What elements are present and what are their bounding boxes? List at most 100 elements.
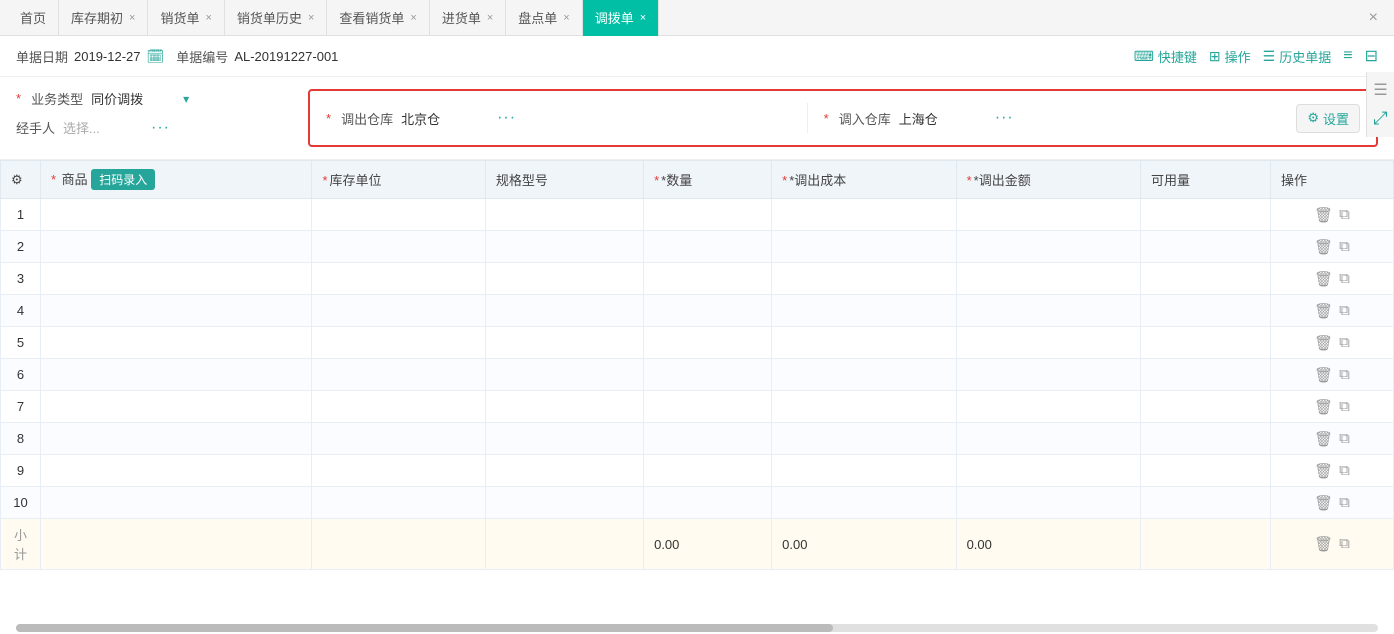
cell-cost-4[interactable] bbox=[772, 295, 956, 327]
cell-amount-1[interactable] bbox=[956, 199, 1140, 231]
target-warehouse-more[interactable]: ··· bbox=[995, 109, 1014, 127]
date-value[interactable]: 2019-12-27 bbox=[74, 49, 141, 64]
cell-cost-10[interactable] bbox=[772, 487, 956, 519]
cell-available-1[interactable] bbox=[1140, 199, 1270, 231]
history-button[interactable]: ☰ 历史单据 bbox=[1263, 47, 1332, 66]
cell-available-3[interactable] bbox=[1140, 263, 1270, 295]
layout-icon1[interactable]: ≡ bbox=[1343, 47, 1352, 65]
side-expand-icon[interactable]: ⤢ bbox=[1373, 108, 1387, 129]
cell-unit-10[interactable] bbox=[312, 487, 485, 519]
cell-spec-1[interactable] bbox=[485, 199, 643, 231]
tab-transfer[interactable]: 调拨单 × bbox=[583, 0, 659, 36]
cell-product-3[interactable] bbox=[41, 263, 312, 295]
cell-qty-9[interactable] bbox=[644, 455, 772, 487]
cell-product-4[interactable] bbox=[41, 295, 312, 327]
copy-icon-sub[interactable]: ⧉ bbox=[1339, 535, 1350, 553]
cell-cost-6[interactable] bbox=[772, 359, 956, 391]
copy-icon-5[interactable]: ⧉ bbox=[1339, 334, 1350, 352]
cell-unit-6[interactable] bbox=[312, 359, 485, 391]
cell-cost-5[interactable] bbox=[772, 327, 956, 359]
business-type-value[interactable]: 同价调拨 bbox=[91, 89, 171, 108]
cell-cost-9[interactable] bbox=[772, 455, 956, 487]
cell-unit-2[interactable] bbox=[312, 231, 485, 263]
cell-unit-1[interactable] bbox=[312, 199, 485, 231]
horizontal-scrollbar[interactable] bbox=[16, 624, 1378, 632]
cell-product-2[interactable] bbox=[41, 231, 312, 263]
cell-qty-10[interactable] bbox=[644, 487, 772, 519]
cell-product-6[interactable] bbox=[41, 359, 312, 391]
copy-icon-7[interactable]: ⧉ bbox=[1339, 398, 1350, 416]
cell-available-2[interactable] bbox=[1140, 231, 1270, 263]
table-container[interactable]: ⚙ 商品 扫码录入 库存单位 规格型号 *数量 *调出成本 *调出金额 可用量 … bbox=[0, 160, 1394, 622]
tab-stocktake[interactable]: 盘点单 × bbox=[506, 0, 582, 36]
close-tab-purchase[interactable]: × bbox=[487, 12, 493, 24]
cell-qty-3[interactable] bbox=[644, 263, 772, 295]
cell-amount-2[interactable] bbox=[956, 231, 1140, 263]
scan-input-btn[interactable]: 扫码录入 bbox=[91, 169, 155, 190]
cell-amount-3[interactable] bbox=[956, 263, 1140, 295]
target-warehouse-value[interactable]: 上海仓 bbox=[899, 109, 979, 128]
cell-product-9[interactable] bbox=[41, 455, 312, 487]
cell-amount-6[interactable] bbox=[956, 359, 1140, 391]
delete-icon-10[interactable]: 🗑 bbox=[1314, 494, 1333, 512]
delete-icon-7[interactable]: 🗑 bbox=[1314, 398, 1333, 416]
cell-amount-4[interactable] bbox=[956, 295, 1140, 327]
copy-icon-6[interactable]: ⧉ bbox=[1339, 366, 1350, 384]
tab-sales[interactable]: 销货单 × bbox=[148, 0, 224, 36]
cell-spec-4[interactable] bbox=[485, 295, 643, 327]
cell-unit-7[interactable] bbox=[312, 391, 485, 423]
delete-icon-3[interactable]: 🗑 bbox=[1314, 270, 1333, 288]
cell-qty-1[interactable] bbox=[644, 199, 772, 231]
side-list-icon[interactable]: ☰ bbox=[1373, 80, 1387, 100]
copy-icon-2[interactable]: ⧉ bbox=[1339, 238, 1350, 256]
copy-icon-10[interactable]: ⧉ bbox=[1339, 494, 1350, 512]
cell-spec-6[interactable] bbox=[485, 359, 643, 391]
cell-spec-7[interactable] bbox=[485, 391, 643, 423]
copy-icon-9[interactable]: ⧉ bbox=[1339, 462, 1350, 480]
handler-input[interactable]: 选择... bbox=[63, 118, 143, 137]
close-tab-sales[interactable]: × bbox=[205, 12, 211, 24]
cell-spec-5[interactable] bbox=[485, 327, 643, 359]
cell-unit-9[interactable] bbox=[312, 455, 485, 487]
close-tab-sales-history[interactable]: × bbox=[308, 12, 314, 24]
handler-more-btn[interactable]: ··· bbox=[151, 119, 170, 137]
delete-icon-2[interactable]: 🗑 bbox=[1314, 238, 1333, 256]
cell-spec-3[interactable] bbox=[485, 263, 643, 295]
copy-icon-3[interactable]: ⧉ bbox=[1339, 270, 1350, 288]
cell-product-10[interactable] bbox=[41, 487, 312, 519]
cell-amount-5[interactable] bbox=[956, 327, 1140, 359]
business-type-dropdown[interactable]: ▾ bbox=[183, 92, 189, 106]
source-warehouse-more[interactable]: ··· bbox=[497, 109, 516, 127]
copy-icon-1[interactable]: ⧉ bbox=[1339, 206, 1350, 224]
cell-available-9[interactable] bbox=[1140, 455, 1270, 487]
operations-button[interactable]: ⊞ 操作 bbox=[1209, 47, 1251, 66]
cell-qty-8[interactable] bbox=[644, 423, 772, 455]
delete-icon-8[interactable]: 🗑 bbox=[1314, 430, 1333, 448]
cell-cost-7[interactable] bbox=[772, 391, 956, 423]
cell-product-7[interactable] bbox=[41, 391, 312, 423]
cell-cost-3[interactable] bbox=[772, 263, 956, 295]
layout-icon2[interactable]: ⊟ bbox=[1365, 46, 1378, 66]
cell-qty-5[interactable] bbox=[644, 327, 772, 359]
copy-icon-4[interactable]: ⧉ bbox=[1339, 302, 1350, 320]
calendar-icon[interactable]: 🗓 bbox=[147, 48, 165, 65]
close-tab-view-sales[interactable]: × bbox=[410, 12, 416, 24]
cell-spec-10[interactable] bbox=[485, 487, 643, 519]
delete-icon-sub[interactable]: 🗑 bbox=[1314, 535, 1333, 553]
cell-cost-2[interactable] bbox=[772, 231, 956, 263]
delete-icon-9[interactable]: 🗑 bbox=[1314, 462, 1333, 480]
cell-cost-1[interactable] bbox=[772, 199, 956, 231]
cell-unit-8[interactable] bbox=[312, 423, 485, 455]
cell-product-8[interactable] bbox=[41, 423, 312, 455]
cell-qty-7[interactable] bbox=[644, 391, 772, 423]
cell-spec-9[interactable] bbox=[485, 455, 643, 487]
cell-available-7[interactable] bbox=[1140, 391, 1270, 423]
th-gear[interactable]: ⚙ bbox=[1, 161, 41, 199]
cell-qty-2[interactable] bbox=[644, 231, 772, 263]
cell-spec-8[interactable] bbox=[485, 423, 643, 455]
cell-amount-7[interactable] bbox=[956, 391, 1140, 423]
copy-icon-8[interactable]: ⧉ bbox=[1339, 430, 1350, 448]
cell-unit-5[interactable] bbox=[312, 327, 485, 359]
cell-unit-4[interactable] bbox=[312, 295, 485, 327]
delete-icon-1[interactable]: 🗑 bbox=[1314, 206, 1333, 224]
